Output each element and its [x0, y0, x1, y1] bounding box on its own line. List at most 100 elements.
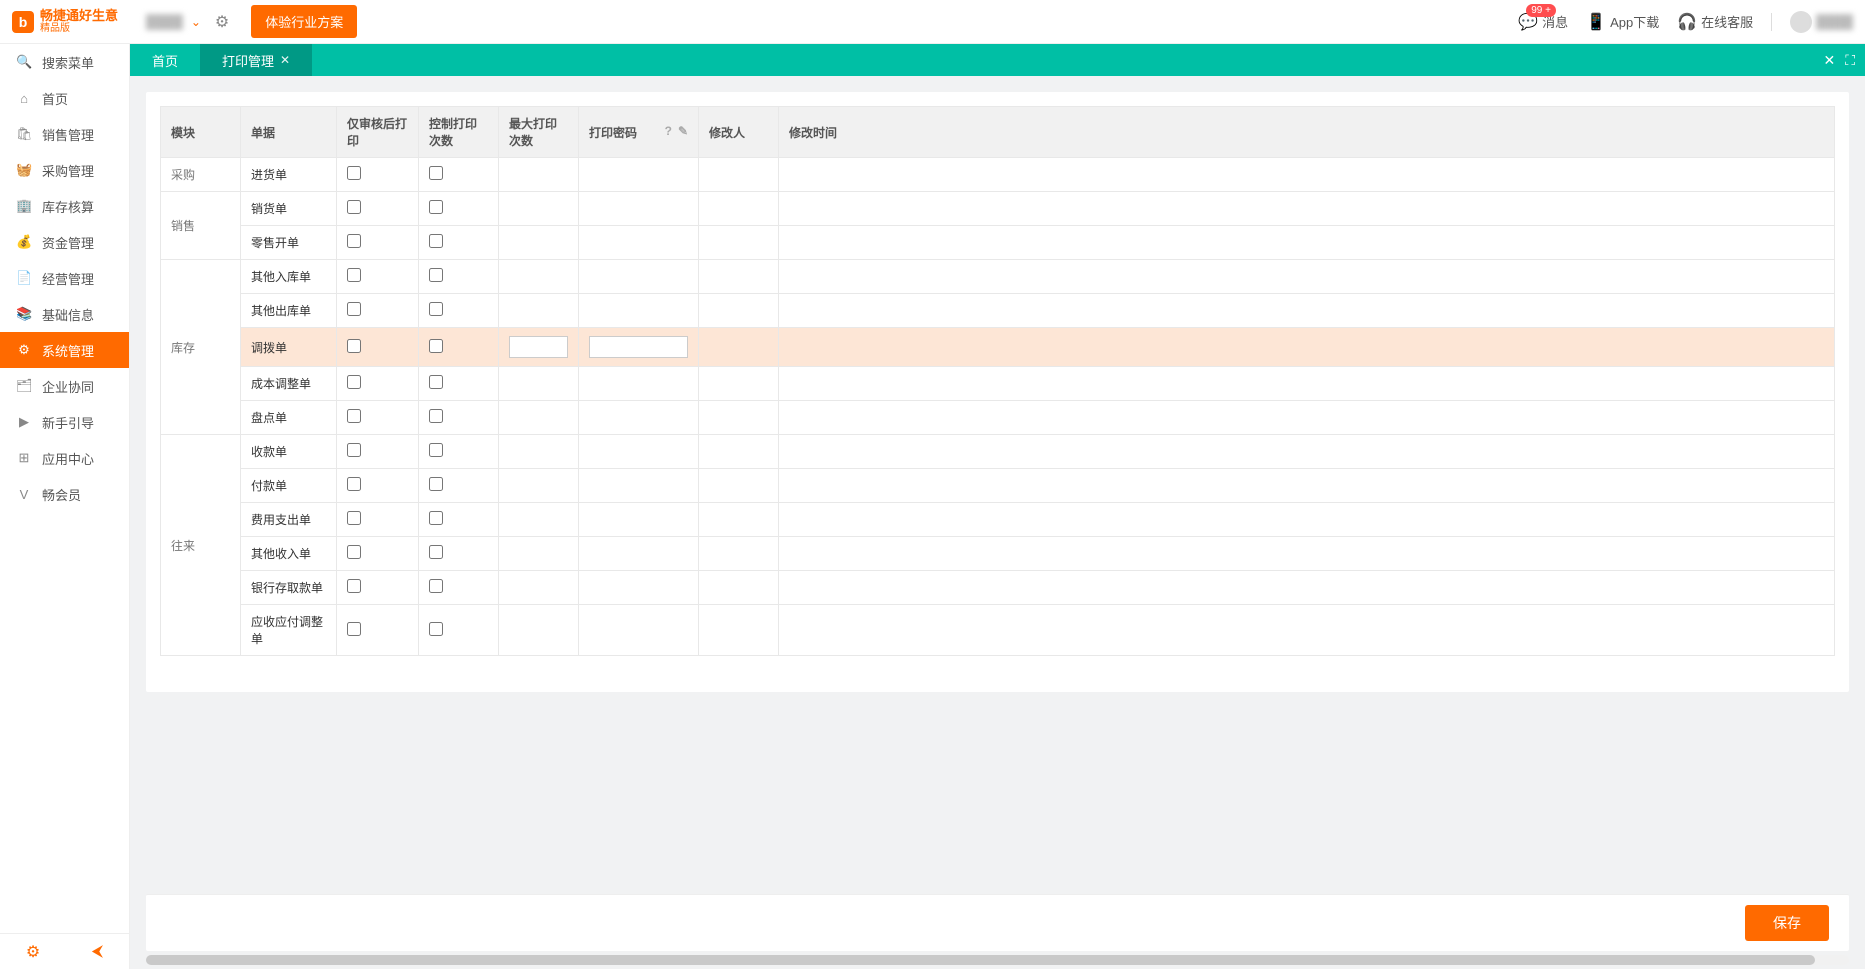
org-selector[interactable]: ████ ⌄ ⚙	[136, 7, 239, 37]
close-icon[interactable]: ✕	[280, 53, 290, 67]
limit-count-checkbox[interactable]	[429, 477, 443, 491]
tab-print[interactable]: 打印管理✕	[200, 44, 312, 76]
sidebar-item-stock[interactable]: 🏢库存核算	[0, 188, 129, 224]
only-audited-checkbox[interactable]	[347, 579, 361, 593]
collapse-icon[interactable]: ⮜	[92, 943, 103, 961]
table-row: 零售开单	[161, 226, 1835, 260]
try-industry-button[interactable]: 体验行业方案	[251, 5, 357, 38]
only-audited-checkbox[interactable]	[347, 511, 361, 525]
only-audited-checkbox[interactable]	[347, 166, 361, 180]
user-menu[interactable]: ████	[1790, 11, 1853, 33]
cell-password	[579, 571, 699, 605]
cell-only-audited	[337, 367, 419, 401]
cell-password	[579, 469, 699, 503]
sales-icon: 🛍	[16, 126, 32, 142]
cell-doc: 银行存取款单	[241, 571, 337, 605]
sidebar-item-label: 系统管理	[42, 341, 94, 360]
sidebar-item-home[interactable]: ⌂首页	[0, 80, 129, 116]
table-row: 调拨单	[161, 328, 1835, 367]
sidebar-item-label: 库存核算	[42, 197, 94, 216]
brand-logo-icon: b	[12, 11, 34, 33]
scrollbar-thumb[interactable]	[146, 955, 1815, 965]
coop-icon: 🗂	[16, 378, 32, 394]
sidebar-item-apps[interactable]: ⊞应用中心	[0, 440, 129, 476]
cell-doc: 成本调整单	[241, 367, 337, 401]
only-audited-checkbox[interactable]	[347, 339, 361, 353]
cell-password	[579, 537, 699, 571]
online-service-button[interactable]: 🎧 在线客服	[1677, 12, 1753, 32]
sidebar-item-sales[interactable]: 🛍销售管理	[0, 116, 129, 152]
only-audited-checkbox[interactable]	[347, 622, 361, 636]
settings-icon[interactable]: ⚙	[26, 942, 40, 962]
only-audited-checkbox[interactable]	[347, 302, 361, 316]
only-audited-checkbox[interactable]	[347, 375, 361, 389]
cell-doc: 付款单	[241, 469, 337, 503]
sidebar-item-vip[interactable]: V畅会员	[0, 476, 129, 512]
only-audited-checkbox[interactable]	[347, 234, 361, 248]
purchase-icon: 🧺	[16, 162, 32, 178]
only-audited-checkbox[interactable]	[347, 268, 361, 282]
only-audited-checkbox[interactable]	[347, 200, 361, 214]
table-row: 应收应付调整单	[161, 605, 1835, 656]
tab-home[interactable]: 首页	[130, 44, 200, 76]
cell-only-audited	[337, 503, 419, 537]
cell-modified-at	[779, 571, 1835, 605]
limit-count-checkbox[interactable]	[429, 545, 443, 559]
horizontal-scrollbar[interactable]	[146, 955, 1849, 965]
cell-only-audited	[337, 192, 419, 226]
sidebar-item-search[interactable]: 🔍搜索菜单	[0, 44, 129, 80]
cell-module: 往来	[161, 435, 241, 656]
limit-count-checkbox[interactable]	[429, 234, 443, 248]
tabs: 首页打印管理✕ ✕ ⛶	[130, 44, 1865, 76]
cell-only-audited	[337, 537, 419, 571]
help-icon[interactable]: ?	[665, 124, 672, 138]
only-audited-checkbox[interactable]	[347, 409, 361, 423]
edit-icon[interactable]: ✎	[678, 124, 688, 138]
cell-limit-count	[419, 192, 499, 226]
only-audited-checkbox[interactable]	[347, 477, 361, 491]
messages-button[interactable]: 💬 消息 99 +	[1518, 12, 1568, 32]
sidebar-item-base[interactable]: 📚基础信息	[0, 296, 129, 332]
max-count-input[interactable]	[509, 336, 568, 358]
fullscreen-icon[interactable]: ⛶	[1845, 52, 1855, 69]
close-all-tabs-icon[interactable]: ✕	[1823, 52, 1835, 69]
cell-only-audited	[337, 605, 419, 656]
limit-count-checkbox[interactable]	[429, 579, 443, 593]
cell-modified-at	[779, 260, 1835, 294]
table-row: 其他收入单	[161, 537, 1835, 571]
limit-count-checkbox[interactable]	[429, 443, 443, 457]
limit-count-checkbox[interactable]	[429, 339, 443, 353]
only-audited-checkbox[interactable]	[347, 545, 361, 559]
sidebar-item-sys[interactable]: ⚙系统管理	[0, 332, 129, 368]
sidebar-item-coop[interactable]: 🗂 企业协同	[0, 368, 129, 404]
limit-count-checkbox[interactable]	[429, 409, 443, 423]
limit-count-checkbox[interactable]	[429, 375, 443, 389]
gear-icon[interactable]: ⚙	[215, 12, 229, 32]
app-download-button[interactable]: 📱 App下载	[1586, 12, 1659, 32]
limit-count-checkbox[interactable]	[429, 302, 443, 316]
limit-count-checkbox[interactable]	[429, 200, 443, 214]
cell-only-audited	[337, 294, 419, 328]
cell-module: 采购	[161, 158, 241, 192]
sidebar-item-fund[interactable]: 💰资金管理	[0, 224, 129, 260]
cell-max-count	[499, 401, 579, 435]
cell-limit-count	[419, 294, 499, 328]
save-button[interactable]: 保存	[1745, 905, 1829, 941]
only-audited-checkbox[interactable]	[347, 443, 361, 457]
limit-count-checkbox[interactable]	[429, 622, 443, 636]
cell-doc: 费用支出单	[241, 503, 337, 537]
sidebar-item-guide[interactable]: ▶新手引导	[0, 404, 129, 440]
limit-count-checkbox[interactable]	[429, 511, 443, 525]
cell-doc: 其他出库单	[241, 294, 337, 328]
cell-module: 销售	[161, 192, 241, 260]
sidebar-item-label: 企业协同	[42, 377, 94, 396]
sidebar-item-biz[interactable]: 📄经营管理	[0, 260, 129, 296]
sidebar-item-purchase[interactable]: 🧺采购管理	[0, 152, 129, 188]
password-input[interactable]	[589, 336, 688, 358]
cell-password	[579, 158, 699, 192]
sidebar-item-label: 应用中心	[42, 449, 94, 468]
limit-count-checkbox[interactable]	[429, 268, 443, 282]
guide-icon: ▶	[16, 414, 32, 430]
table-row: 费用支出单	[161, 503, 1835, 537]
limit-count-checkbox[interactable]	[429, 166, 443, 180]
